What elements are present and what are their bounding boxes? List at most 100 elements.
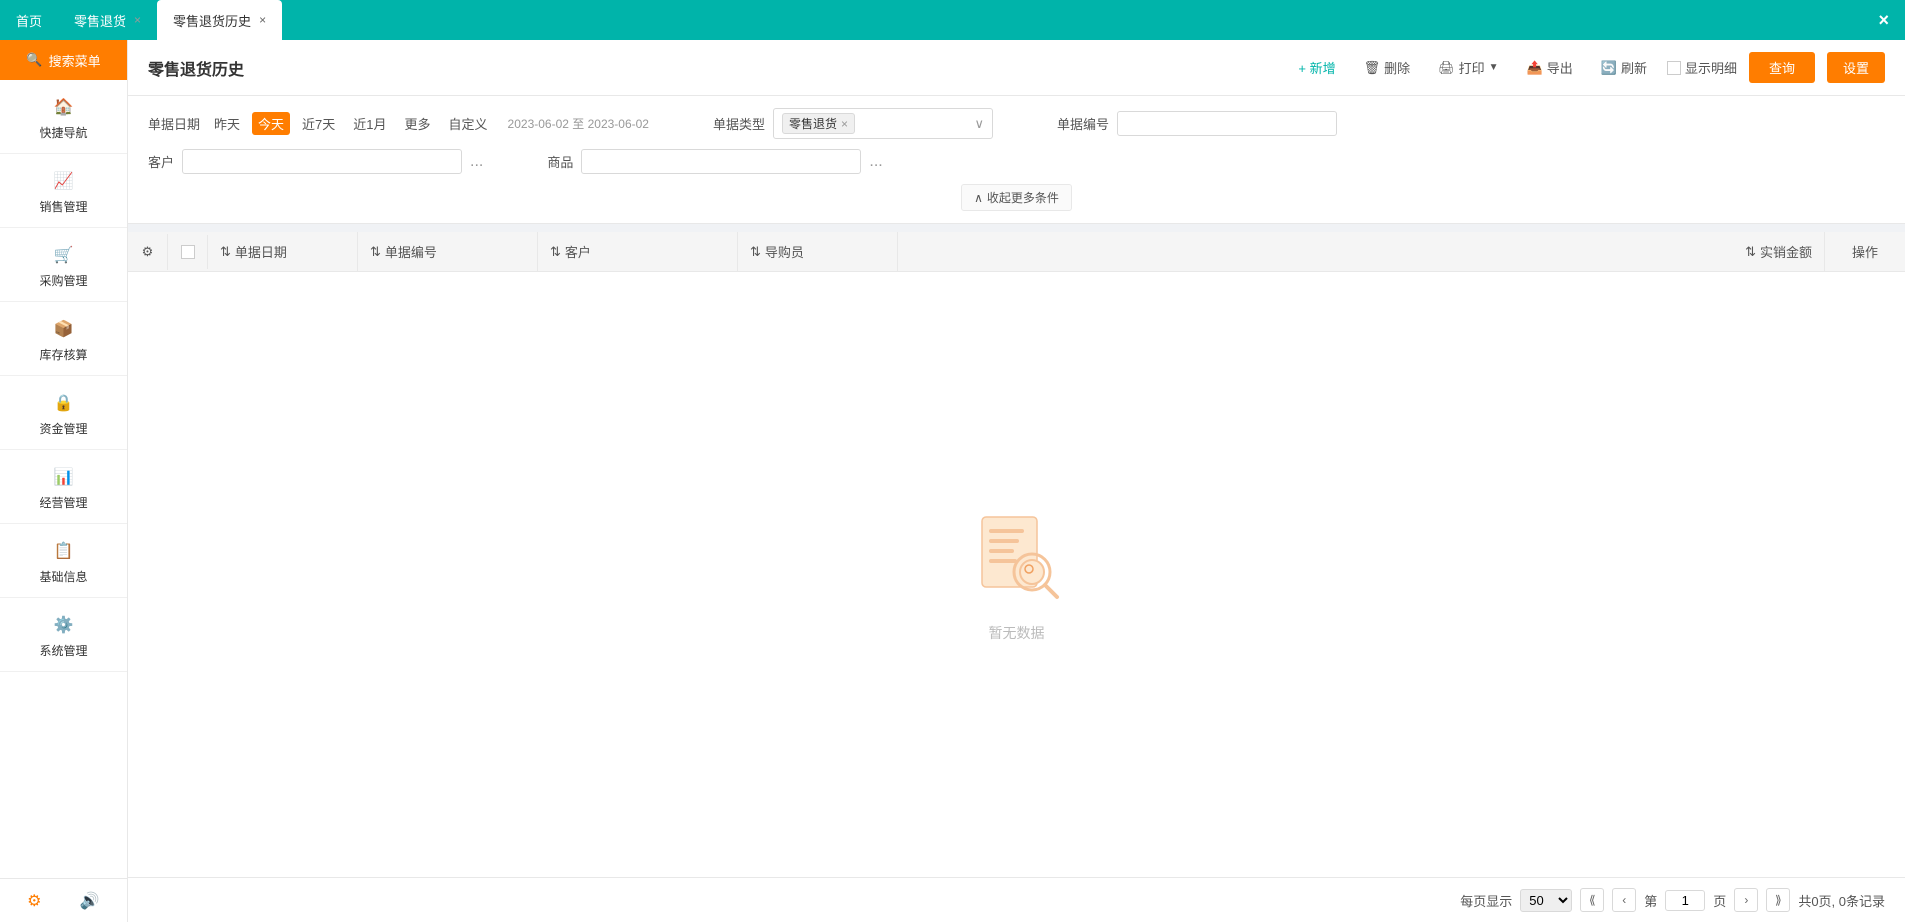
tab-return-history-close[interactable]: × bbox=[259, 13, 266, 27]
operations-label: 经营管理 bbox=[39, 494, 87, 511]
search-menu-label: 搜索菜单 bbox=[49, 51, 101, 70]
basic-info-icon: 📋 bbox=[53, 540, 75, 562]
export-btn[interactable]: 📤 导出 bbox=[1519, 54, 1581, 81]
delete-icon: 🗑 bbox=[1364, 60, 1381, 76]
filter-row-2: 客户 ... 商品 ... bbox=[148, 149, 1885, 174]
basic-info-label: 基础信息 bbox=[39, 568, 87, 585]
tab-return-close[interactable]: × bbox=[134, 13, 141, 27]
tab-home-label: 首页 bbox=[16, 11, 42, 30]
per-page-select[interactable]: 50 10 20 100 bbox=[1520, 889, 1572, 912]
th-bill-no-sort-icon: ⇅ bbox=[370, 244, 381, 260]
filter-area: 单据日期 昨天 今天 近7天 近1月 更多 自定义 2023-06-02 至 2… bbox=[128, 96, 1905, 224]
table-header: ⚙ ⇅ 单据日期 ⇅ 单据编号 ⇅ 客户 ⇅ bbox=[128, 232, 1905, 272]
table-gear-icon[interactable]: ⚙ bbox=[142, 244, 154, 260]
inventory-label: 库存核算 bbox=[39, 346, 87, 363]
th-checkbox[interactable] bbox=[168, 235, 208, 269]
page-header: 零售退货历史 + 新增 🗑 删除 🖨 打印 ▼ 📤 导出 bbox=[128, 40, 1905, 96]
sidebar-item-quick-nav[interactable]: 🏠 快捷导航 bbox=[0, 80, 127, 154]
th-customer[interactable]: ⇅ 客户 bbox=[538, 232, 738, 271]
filter-goods: 商品 ... bbox=[547, 149, 882, 174]
window-controls: × bbox=[1878, 10, 1905, 31]
page-title: 零售退货历史 bbox=[148, 56, 244, 80]
tab-bar: 首页 零售退货 × 零售退货历史 × × bbox=[0, 0, 1905, 40]
th-date[interactable]: ⇅ 单据日期 bbox=[208, 232, 358, 271]
bill-type-tag-close[interactable]: × bbox=[841, 117, 848, 131]
th-customer-sort-icon: ⇅ bbox=[550, 244, 561, 260]
collapse-up-icon: ∧ bbox=[974, 191, 983, 205]
empty-text: 暂无数据 bbox=[989, 623, 1045, 643]
window-close-btn[interactable]: × bbox=[1878, 10, 1889, 31]
th-action: 操作 bbox=[1825, 232, 1905, 271]
inventory-icon: 📦 bbox=[53, 318, 75, 340]
search-menu-btn[interactable]: 🔍 搜索菜单 bbox=[0, 40, 127, 80]
filter-row-1: 单据日期 昨天 今天 近7天 近1月 更多 自定义 2023-06-02 至 2… bbox=[148, 108, 1885, 139]
finance-label: 资金管理 bbox=[39, 420, 87, 437]
sidebar-item-finance[interactable]: 🔒 资金管理 bbox=[0, 376, 127, 450]
th-bill-no[interactable]: ⇅ 单据编号 bbox=[358, 232, 538, 271]
tab-return-history[interactable]: 零售退货历史 × bbox=[157, 0, 282, 40]
last-page-btn[interactable]: ⟫ bbox=[1766, 888, 1790, 912]
new-btn[interactable]: + 新增 bbox=[1290, 54, 1343, 81]
quick-nav-label: 快捷导航 bbox=[39, 124, 87, 141]
th-guide-label: 导购员 bbox=[765, 242, 804, 261]
pagination: 每页显示 50 10 20 100 ⟪ ‹ 第 页 › ⟫ 共0页, 0条记录 bbox=[128, 877, 1905, 922]
customer-dots-btn[interactable]: ... bbox=[470, 153, 483, 171]
th-amount[interactable]: ⇅ 实销金额 bbox=[898, 232, 1825, 271]
goods-dots-btn[interactable]: ... bbox=[869, 153, 882, 171]
sidebar-item-operations[interactable]: 📊 经营管理 bbox=[0, 450, 127, 524]
tab-return[interactable]: 零售退货 × bbox=[58, 0, 157, 40]
bill-type-tag-label: 零售退货 bbox=[789, 115, 837, 132]
goods-input[interactable] bbox=[581, 149, 861, 174]
th-gear[interactable]: ⚙ bbox=[128, 234, 168, 270]
prev-page-btn[interactable]: ‹ bbox=[1612, 888, 1636, 912]
print-btn[interactable]: 🖨 打印 ▼ bbox=[1430, 54, 1506, 81]
show-detail-toggle[interactable]: 显示明细 bbox=[1667, 58, 1737, 77]
operations-icon: 📊 bbox=[53, 466, 75, 488]
query-btn[interactable]: 查询 bbox=[1749, 52, 1815, 83]
bill-no-input[interactable] bbox=[1117, 111, 1337, 136]
content-area: 零售退货历史 + 新增 🗑 删除 🖨 打印 ▼ 📤 导出 bbox=[128, 40, 1905, 922]
date-opt-more[interactable]: 更多 bbox=[399, 112, 437, 135]
volume-icon[interactable]: 🔊 bbox=[80, 891, 100, 911]
quick-nav-icon: 🏠 bbox=[53, 96, 75, 118]
tab-return-history-label: 零售退货历史 bbox=[173, 11, 251, 30]
th-action-label: 操作 bbox=[1852, 242, 1878, 261]
date-opt-yesterday[interactable]: 昨天 bbox=[208, 112, 246, 135]
th-guide[interactable]: ⇅ 导购员 bbox=[738, 232, 898, 271]
sidebar-item-system-mgmt[interactable]: ⚙️ 系统管理 bbox=[0, 598, 127, 672]
sidebar-item-purchase-mgmt[interactable]: 🛒 采购管理 bbox=[0, 228, 127, 302]
page-label-prefix: 第 bbox=[1644, 891, 1657, 910]
empty-image bbox=[967, 507, 1067, 607]
first-page-btn[interactable]: ⟪ bbox=[1580, 888, 1604, 912]
sales-label: 销售管理 bbox=[39, 198, 87, 215]
refresh-btn[interactable]: 🔄 刷新 bbox=[1593, 54, 1655, 81]
refresh-icon: 🔄 bbox=[1601, 60, 1617, 76]
new-btn-label: + 新增 bbox=[1298, 58, 1335, 77]
date-options: 昨天 今天 近7天 近1月 更多 自定义 bbox=[208, 112, 494, 135]
delete-btn[interactable]: 🗑 删除 bbox=[1356, 54, 1419, 81]
page-label-suffix: 页 bbox=[1713, 891, 1726, 910]
page-number-input[interactable] bbox=[1665, 890, 1705, 911]
show-detail-checkbox[interactable] bbox=[1667, 61, 1681, 75]
bill-type-chevron-icon: ∨ bbox=[974, 116, 984, 132]
settings-bottom-icon[interactable]: ⚙ bbox=[27, 891, 41, 911]
refresh-btn-label: 刷新 bbox=[1621, 58, 1647, 77]
sidebar-item-inventory[interactable]: 📦 库存核算 bbox=[0, 302, 127, 376]
table-area: ⚙ ⇅ 单据日期 ⇅ 单据编号 ⇅ 客户 ⇅ bbox=[128, 232, 1905, 877]
next-page-btn[interactable]: › bbox=[1734, 888, 1758, 912]
collapse-btn[interactable]: ∧ 收起更多条件 bbox=[961, 184, 1072, 211]
select-all-checkbox[interactable] bbox=[181, 245, 195, 259]
date-opt-today[interactable]: 今天 bbox=[252, 112, 290, 135]
total-records-label: 共0页, 0条记录 bbox=[1798, 891, 1885, 910]
settings-btn[interactable]: 设置 bbox=[1827, 52, 1885, 83]
sidebar-item-basic-info[interactable]: 📋 基础信息 bbox=[0, 524, 127, 598]
date-opt-7days[interactable]: 近7天 bbox=[296, 112, 341, 135]
filter-bill-no: 单据编号 bbox=[1057, 111, 1337, 136]
date-opt-custom[interactable]: 自定义 bbox=[443, 112, 494, 135]
sidebar-item-sales-mgmt[interactable]: 📈 销售管理 bbox=[0, 154, 127, 228]
customer-input[interactable] bbox=[182, 149, 462, 174]
date-opt-1month[interactable]: 近1月 bbox=[347, 112, 392, 135]
tab-home[interactable]: 首页 bbox=[0, 0, 58, 40]
sidebar-bottom: ⚙ 🔊 bbox=[0, 878, 127, 922]
bill-type-select[interactable]: 零售退货 × ∨ bbox=[773, 108, 993, 139]
